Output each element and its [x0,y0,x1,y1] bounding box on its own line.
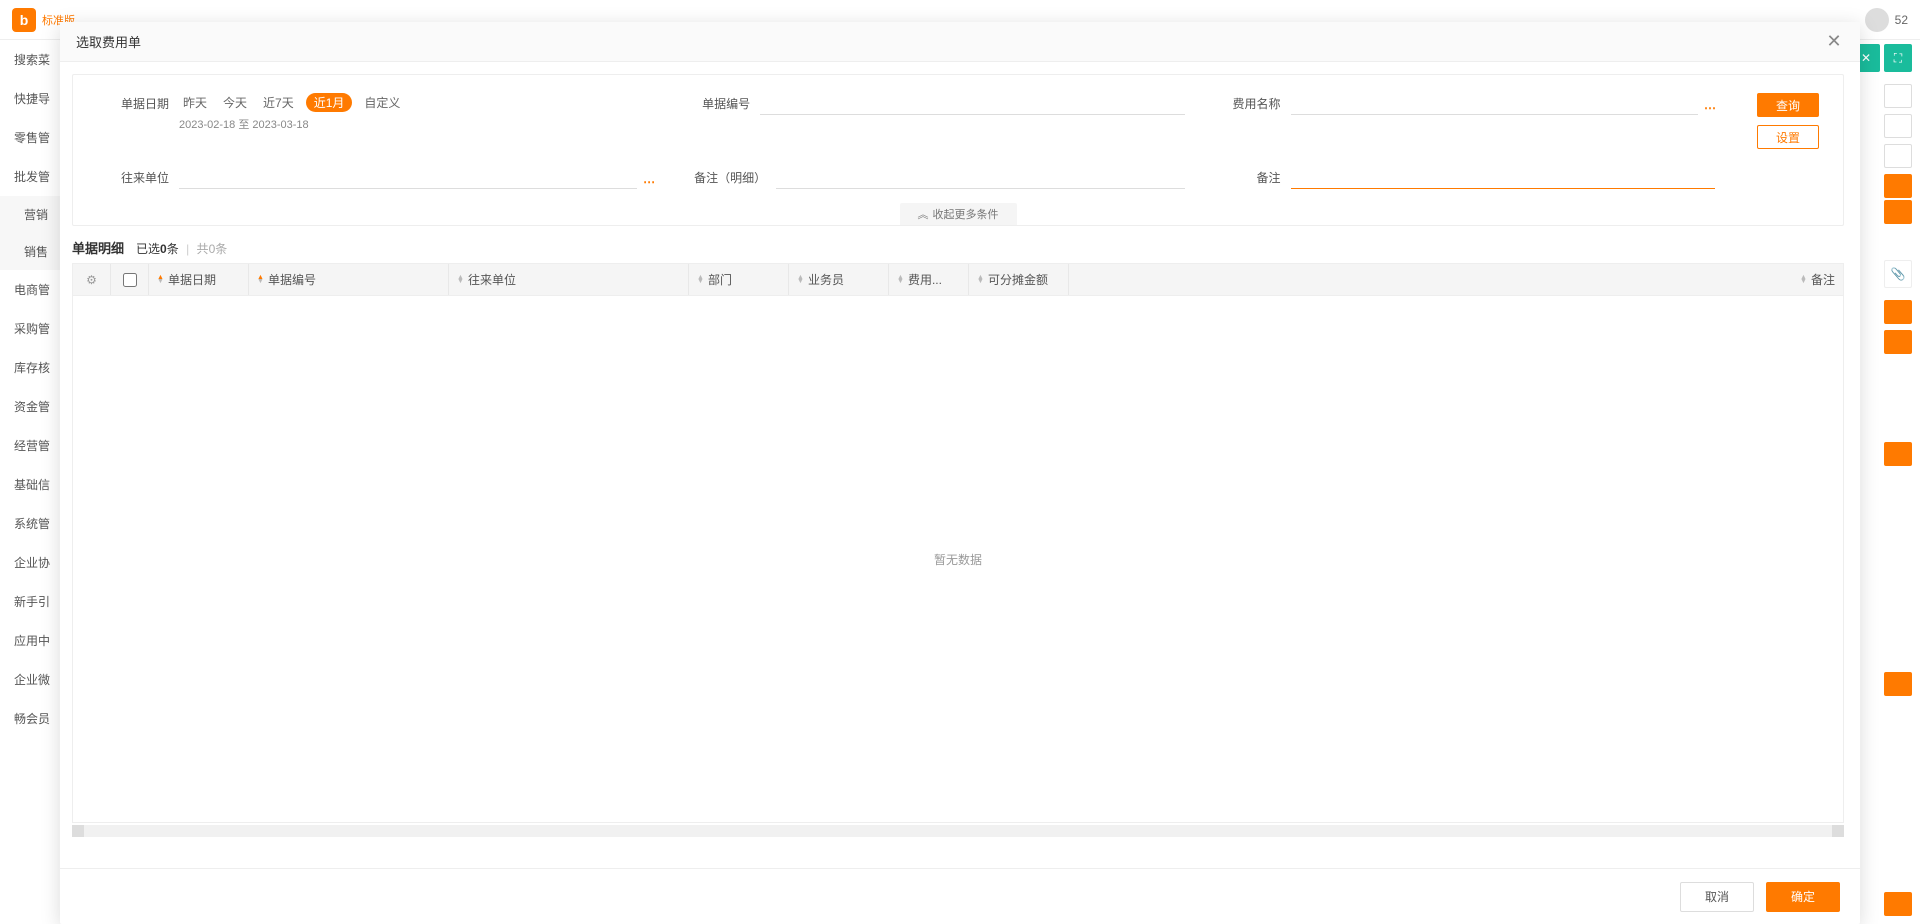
collapse-label: 收起更多条件 [933,206,999,222]
col-date[interactable]: ▲▼ 单据日期 [149,264,249,295]
date-quick-picks: 昨天 今天 近7天 近1月 自定义 [179,93,654,112]
collapse-filters-button[interactable]: ︽ 收起更多条件 [900,203,1017,225]
col-alloc-amount[interactable]: ▲▼ 可分摊金额 [969,264,1069,295]
date-chip-today[interactable]: 今天 [219,93,251,112]
col-dept[interactable]: ▲▼ 部门 [689,264,789,295]
remark-detail-input[interactable] [776,167,1184,189]
doc-no-label: 单据编号 [678,93,750,112]
party-more-icon[interactable]: ⋯ [643,175,654,189]
modal-body: 单据日期 昨天 今天 近7天 近1月 自定义 2023-02-18 至 2023… [60,62,1860,868]
sort-desc-icon: ▼ [977,280,984,284]
grid-empty: 暂无数据 [73,296,1843,822]
grid: ⚙ ▲▼ 单据日期 ▲▼ 单据编号 ▲▼ 往来单位 [72,263,1844,823]
col-doc-no[interactable]: ▲▼ 单据编号 [249,264,449,295]
remark-label: 备注 [1209,167,1281,186]
sort-desc-icon: ▼ [257,280,264,284]
fee-name-input[interactable] [1291,93,1698,115]
date-range-text: 2023-02-18 至 2023-03-18 [179,116,654,132]
scroll-right-icon[interactable] [1832,825,1844,837]
sort-desc-icon: ▼ [697,280,704,284]
party-label: 往来单位 [97,167,169,186]
col-party[interactable]: ▲▼ 往来单位 [449,264,689,295]
modal-footer: 取消 确定 [60,868,1860,924]
sort-desc-icon: ▼ [897,280,904,284]
fee-name-label: 费用名称 [1209,93,1281,112]
modal-title: 选取费用单 [76,32,141,51]
select-expense-modal: 选取费用单 ✕ 单据日期 昨天 今天 近7天 近1月 自定义 [60,22,1860,924]
cancel-button[interactable]: 取消 [1680,882,1754,912]
gear-icon: ⚙ [86,273,97,287]
remark-detail-label: 备注（明细） [678,167,766,186]
ok-button[interactable]: 确定 [1766,882,1840,912]
chevron-up-icon: ︽ [918,206,929,222]
sort-desc-icon: ▼ [157,280,164,284]
scroll-left-icon[interactable] [72,825,84,837]
query-button[interactable]: 查询 [1757,93,1819,117]
grid-select-all[interactable] [111,264,149,295]
filter-panel: 单据日期 昨天 今天 近7天 近1月 自定义 2023-02-18 至 2023… [72,74,1844,226]
remark-input[interactable] [1291,167,1715,189]
date-chip-1month[interactable]: 近1月 [306,93,353,112]
close-icon[interactable]: ✕ [1824,32,1844,52]
horizontal-scrollbar[interactable] [72,825,1844,837]
details-header: 单据明细 已选0条 | 共0条 [72,238,1844,257]
col-remark[interactable]: ▲▼ 备注 [1069,264,1843,295]
sort-desc-icon: ▼ [797,280,804,284]
doc-no-input[interactable] [760,93,1184,115]
grid-header-row: ⚙ ▲▼ 单据日期 ▲▼ 单据编号 ▲▼ 往来单位 [73,264,1843,296]
sort-desc-icon: ▼ [1800,280,1807,284]
party-input[interactable] [179,167,637,189]
details-count: 已选0条 | 共0条 [136,240,227,257]
fee-name-more-icon[interactable]: ⋯ [1704,101,1715,115]
date-label: 单据日期 [97,93,169,112]
select-all-checkbox[interactable] [123,273,137,287]
settings-button[interactable]: 设置 [1757,125,1819,149]
date-chip-custom[interactable]: 自定义 [360,93,404,112]
col-fee[interactable]: ▲▼ 费用... [889,264,969,295]
details-title: 单据明细 [72,238,124,257]
date-chip-yesterday[interactable]: 昨天 [179,93,211,112]
sort-desc-icon: ▼ [457,280,464,284]
date-chip-7days[interactable]: 近7天 [259,93,298,112]
col-operator[interactable]: ▲▼ 业务员 [789,264,889,295]
grid-settings-button[interactable]: ⚙ [73,264,111,295]
modal-header: 选取费用单 ✕ [60,22,1860,62]
